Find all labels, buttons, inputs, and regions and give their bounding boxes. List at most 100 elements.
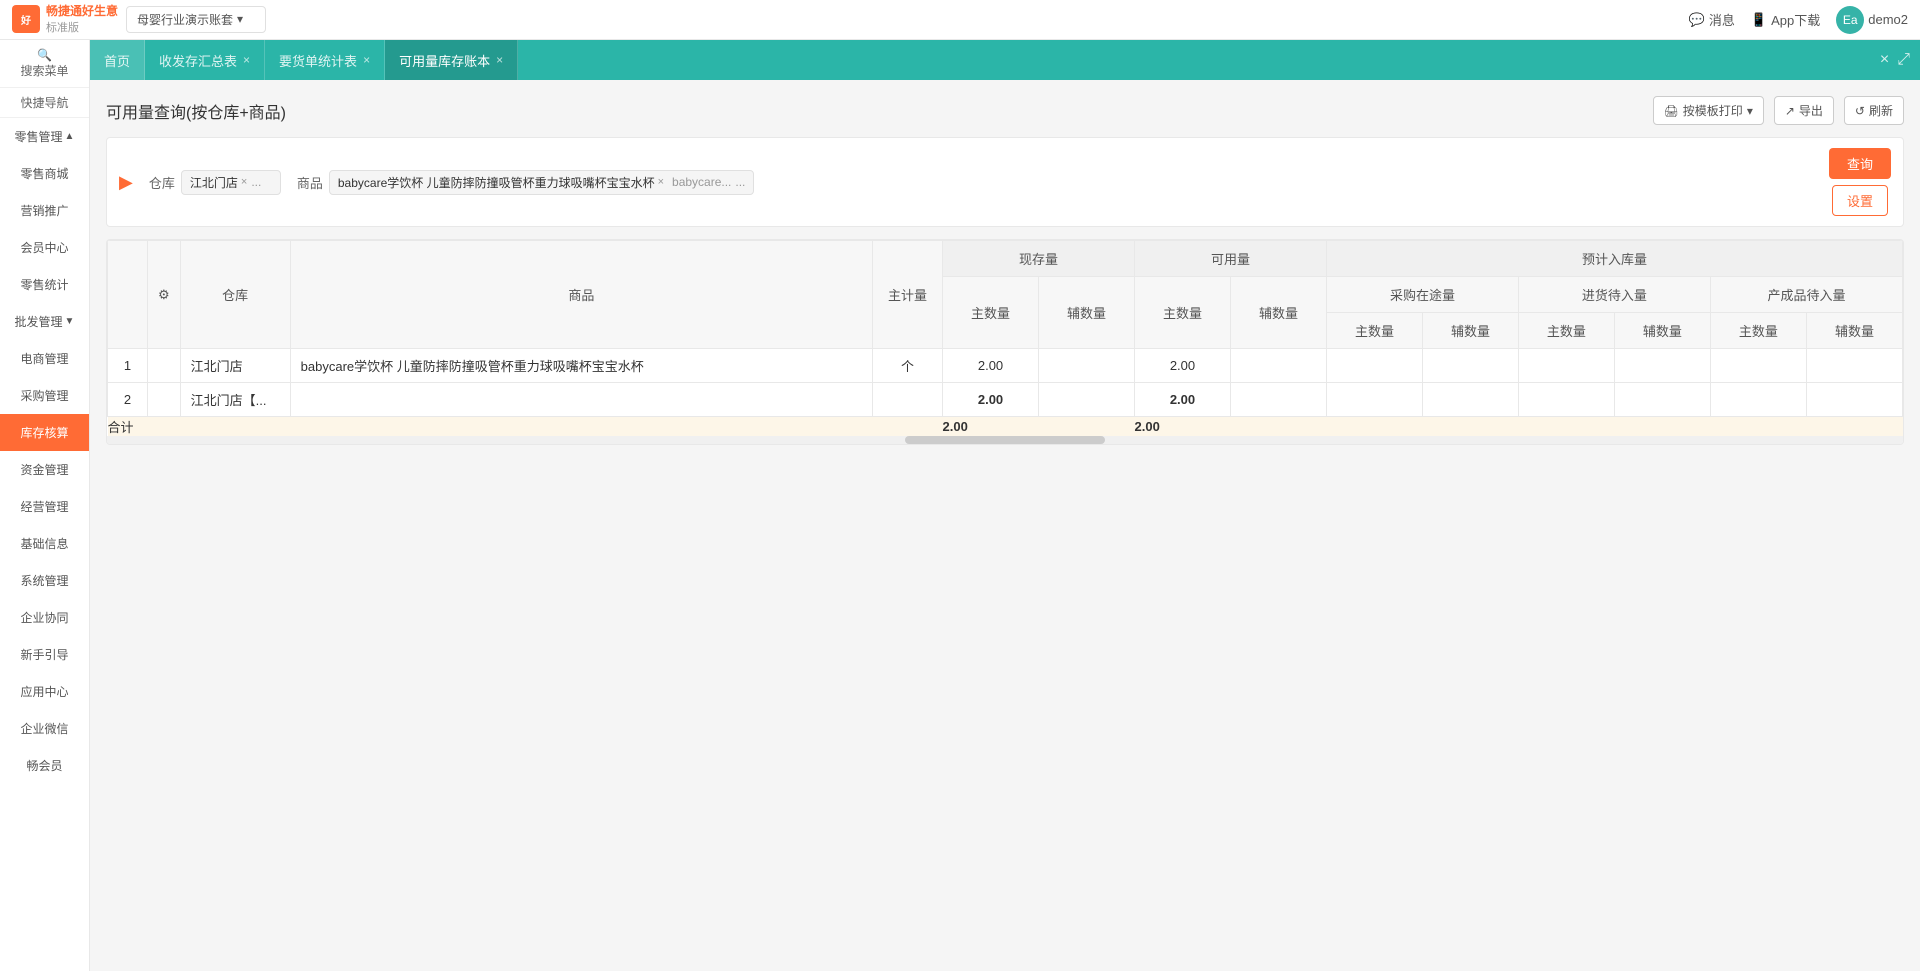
export-button[interactable]: ↗ 导出 <box>1774 96 1834 125</box>
chevron-down-icon: ▾ <box>1747 104 1753 118</box>
sidebar-item-ecommerce[interactable]: 电商管理 <box>0 340 89 377</box>
th-pur-transit-main: 主数量 <box>1326 313 1422 349</box>
chevron-up-icon: ▲ <box>65 131 75 142</box>
tab-close-available-stock[interactable]: × <box>496 53 503 67</box>
sidebar-item-wechat[interactable]: 企业微信 <box>0 710 89 747</box>
sidebar-item-wholesale-mgmt[interactable]: 批发管理 ▼ <box>0 303 89 340</box>
tab-close-receipts[interactable]: × <box>243 53 250 67</box>
sidebar-item-retail-stats[interactable]: 零售统计 <box>0 266 89 303</box>
tab-close-order-stats[interactable]: × <box>363 53 370 67</box>
product-more[interactable]: ... <box>735 175 745 189</box>
sidebar: 🔍 搜索菜单 快捷导航 零售管理 ▲ 零售商城 营销推广 会员中心 零售统计 批… <box>0 40 90 971</box>
app-download-button[interactable]: 📱 App下载 <box>1751 10 1820 29</box>
sidebar-item-appstore[interactable]: 应用中心 <box>0 673 89 710</box>
th-pur-transit: 采购在途量 <box>1326 277 1518 313</box>
product-tag-close[interactable]: × <box>658 176 664 188</box>
th-main-unit: 主计量 <box>873 241 943 349</box>
th-index <box>108 241 148 349</box>
th-production-pending: 产成品待入量 <box>1710 277 1902 313</box>
tab-receipts[interactable]: 收发存汇总表 × <box>145 40 265 80</box>
product-label: 商品 <box>297 173 323 192</box>
tab-bar: 首页 收发存汇总表 × 要货单统计表 × 可用量库存账本 × × ⤢ <box>90 40 1920 80</box>
filter-area: ▶ 仓库 江北门店 × ... 商品 babyca <box>106 137 1904 227</box>
th-prod-aux: 辅数量 <box>1806 313 1902 349</box>
settings-button[interactable]: 设置 <box>1832 185 1888 216</box>
warehouse-tag-close[interactable]: × <box>241 176 247 188</box>
sidebar-quick-nav[interactable]: 快捷导航 <box>0 88 89 118</box>
main-layout: 🔍 搜索菜单 快捷导航 零售管理 ▲ 零售商城 营销推广 会员中心 零售统计 批… <box>0 40 1920 971</box>
avatar: Ea <box>1836 6 1864 34</box>
top-bar-right: 💬 消息 📱 App下载 Ea demo2 <box>1689 6 1908 34</box>
refresh-button[interactable]: ↺ 刷新 <box>1844 96 1904 125</box>
th-product: 商品 <box>290 241 872 349</box>
industry-selector[interactable]: 母婴行业演示账套 ▾ <box>126 6 266 33</box>
sidebar-item-retail-mgmt[interactable]: 零售管理 ▲ <box>0 118 89 155</box>
th-stock-aux: 辅数量 <box>1039 277 1135 349</box>
tab-available-stock[interactable]: 可用量库存账本 × <box>385 40 518 80</box>
sidebar-item-system[interactable]: 系统管理 <box>0 562 89 599</box>
th-incoming: 进货待入量 <box>1518 277 1710 313</box>
query-button[interactable]: 查询 <box>1829 148 1891 179</box>
tab-expand-button[interactable]: ⤢ <box>1897 51 1910 69</box>
search-icon: 🔍 <box>37 48 52 62</box>
sidebar-item-marketing[interactable]: 营销推广 <box>0 192 89 229</box>
filter-toggle-button[interactable]: ▶ <box>119 172 133 193</box>
tab-close-all-button[interactable]: × <box>1880 51 1889 69</box>
sidebar-item-finance[interactable]: 资金管理 <box>0 451 89 488</box>
message-button[interactable]: 💬 消息 <box>1689 10 1735 29</box>
sidebar-item-inventory[interactable]: 库存核算 <box>0 414 89 451</box>
logo-sub: 标准版 <box>46 19 118 35</box>
warehouse-value[interactable]: 江北门店 × ... <box>181 170 281 195</box>
logo-area: 好 畅捷通好生意 标准版 <box>12 4 118 34</box>
sidebar-search[interactable]: 🔍 搜索菜单 <box>0 40 89 88</box>
refresh-icon: ↺ <box>1855 104 1865 118</box>
product-value[interactable]: babycare学饮杯 儿童防摔防撞吸管杯重力球吸嘴杯宝宝水杯 × babyca… <box>329 170 755 195</box>
sidebar-item-operations[interactable]: 经营管理 <box>0 488 89 525</box>
page-header: 可用量查询(按仓库+商品) 🖨 按模板打印 ▾ ↗ 导出 ↺ 刷新 <box>106 96 1904 125</box>
page-title: 可用量查询(按仓库+商品) <box>106 99 286 123</box>
page-content: 可用量查询(按仓库+商品) 🖨 按模板打印 ▾ ↗ 导出 ↺ 刷新 <box>90 80 1920 971</box>
data-table: ⚙ 仓库 商品 主计量 现存量 可用量 预计入库量 主数量 辅数量 <box>107 240 1903 436</box>
th-stock-main: 主数量 <box>943 277 1039 349</box>
export-icon: ↗ <box>1785 104 1795 118</box>
gear-icon[interactable]: ⚙ <box>158 287 170 302</box>
th-gear: ⚙ <box>148 241 181 349</box>
logo-brand: 畅捷通好生意 <box>46 4 118 18</box>
table-scrollbar[interactable] <box>107 436 1903 444</box>
sidebar-item-newbie[interactable]: 新手引导 <box>0 636 89 673</box>
sidebar-item-member[interactable]: 会员中心 <box>0 229 89 266</box>
total-row: 合计 2.00 2.00 <box>108 417 1903 437</box>
page-actions: 🖨 按模板打印 ▾ ↗ 导出 ↺ 刷新 <box>1653 96 1904 125</box>
warehouse-label: 仓库 <box>149 173 175 192</box>
filter-actions: 查询 设置 <box>1829 148 1891 216</box>
table-row: 2 江北门店【... 2.00 2.00 <box>108 383 1903 417</box>
product-filter: 商品 babycare学饮杯 儿童防摔防撞吸管杯重力球吸嘴杯宝宝水杯 × bab… <box>297 170 755 195</box>
sidebar-item-collab[interactable]: 企业协同 <box>0 599 89 636</box>
table-scrollbar-thumb <box>905 436 1105 444</box>
th-warehouse: 仓库 <box>180 241 290 349</box>
message-icon: 💬 <box>1689 12 1705 28</box>
th-incoming-aux: 辅数量 <box>1614 313 1710 349</box>
th-pur-transit-aux: 辅数量 <box>1422 313 1518 349</box>
download-icon: 📱 <box>1751 12 1767 28</box>
th-current-stock: 现存量 <box>943 241 1135 277</box>
sidebar-item-basics[interactable]: 基础信息 <box>0 525 89 562</box>
th-prod-main: 主数量 <box>1710 313 1806 349</box>
sidebar-item-retail-mall[interactable]: 零售商城 <box>0 155 89 192</box>
table-row: 1 江北门店 babycare学饮杯 儿童防摔防撞吸管杯重力球吸嘴杯宝宝水杯 个… <box>108 349 1903 383</box>
top-bar-left: 好 畅捷通好生意 标准版 母婴行业演示账套 ▾ <box>12 4 266 34</box>
th-predicted-instock: 预计入库量 <box>1326 241 1902 277</box>
th-available: 可用量 <box>1135 241 1327 277</box>
warehouse-filter: 仓库 江北门店 × ... <box>149 170 281 195</box>
content-area: 首页 收发存汇总表 × 要货单统计表 × 可用量库存账本 × × ⤢ <box>90 40 1920 971</box>
sidebar-item-vip[interactable]: 畅会员 <box>0 747 89 784</box>
total-avail-main: 2.00 <box>1135 417 1231 437</box>
tab-bar-right: × ⤢ <box>1870 40 1920 80</box>
tab-order-stats[interactable]: 要货单统计表 × <box>265 40 385 80</box>
th-avail-main: 主数量 <box>1135 277 1231 349</box>
warehouse-more[interactable]: ... <box>251 175 261 189</box>
user-menu[interactable]: Ea demo2 <box>1836 6 1908 34</box>
print-button[interactable]: 🖨 按模板打印 ▾ <box>1653 96 1764 125</box>
sidebar-item-purchase[interactable]: 采购管理 <box>0 377 89 414</box>
tab-home[interactable]: 首页 <box>90 40 145 80</box>
